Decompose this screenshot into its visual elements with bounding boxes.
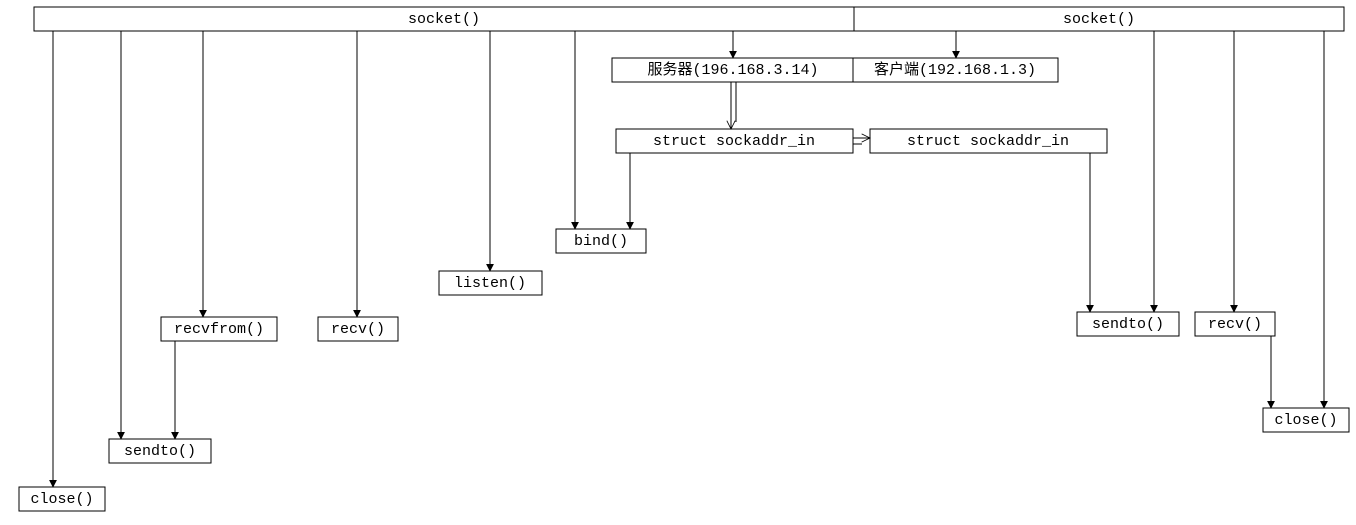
recv-left-box: recv() [318,317,398,341]
close-right-box: close() [1263,408,1349,432]
server-label: 服务器(196.168.3.14) [647,61,818,79]
recv-right-box: recv() [1195,312,1275,336]
recv-right-label: recv() [1208,316,1262,333]
socket-box-left: socket() [34,7,854,31]
sockaddr-right-label: struct sockaddr_in [907,133,1069,150]
sendto-right-label: sendto() [1092,316,1164,333]
client-label-box: 客户端(192.168.1.3) [853,58,1058,82]
socket-box-right: socket() [854,7,1344,31]
recvfrom-label: recvfrom() [174,321,264,338]
bind-label: bind() [574,233,628,250]
close-left-box: close() [19,487,105,511]
sockaddr-right-box: struct sockaddr_in [870,129,1107,153]
client-label: 客户端(192.168.1.3) [874,61,1036,79]
arrow-server-to-sockaddr [731,82,736,129]
bind-box: bind() [556,229,646,253]
sendto-right-box: sendto() [1077,312,1179,336]
sendto-left-box: sendto() [109,439,211,463]
listen-box: listen() [439,271,542,295]
arrow-sockaddr-to-sockaddr [853,138,870,144]
sockaddr-left-box: struct sockaddr_in [616,129,853,153]
recvfrom-box: recvfrom() [161,317,277,341]
close-left-label: close() [30,491,93,508]
listen-label: listen() [454,275,526,292]
recv-left-label: recv() [331,321,385,338]
close-right-label: close() [1274,412,1337,429]
socket-right-label: socket() [1063,11,1135,28]
server-label-box: 服务器(196.168.3.14) [612,58,853,82]
sockaddr-left-label: struct sockaddr_in [653,133,815,150]
sendto-left-label: sendto() [124,443,196,460]
socket-left-label: socket() [408,11,480,28]
